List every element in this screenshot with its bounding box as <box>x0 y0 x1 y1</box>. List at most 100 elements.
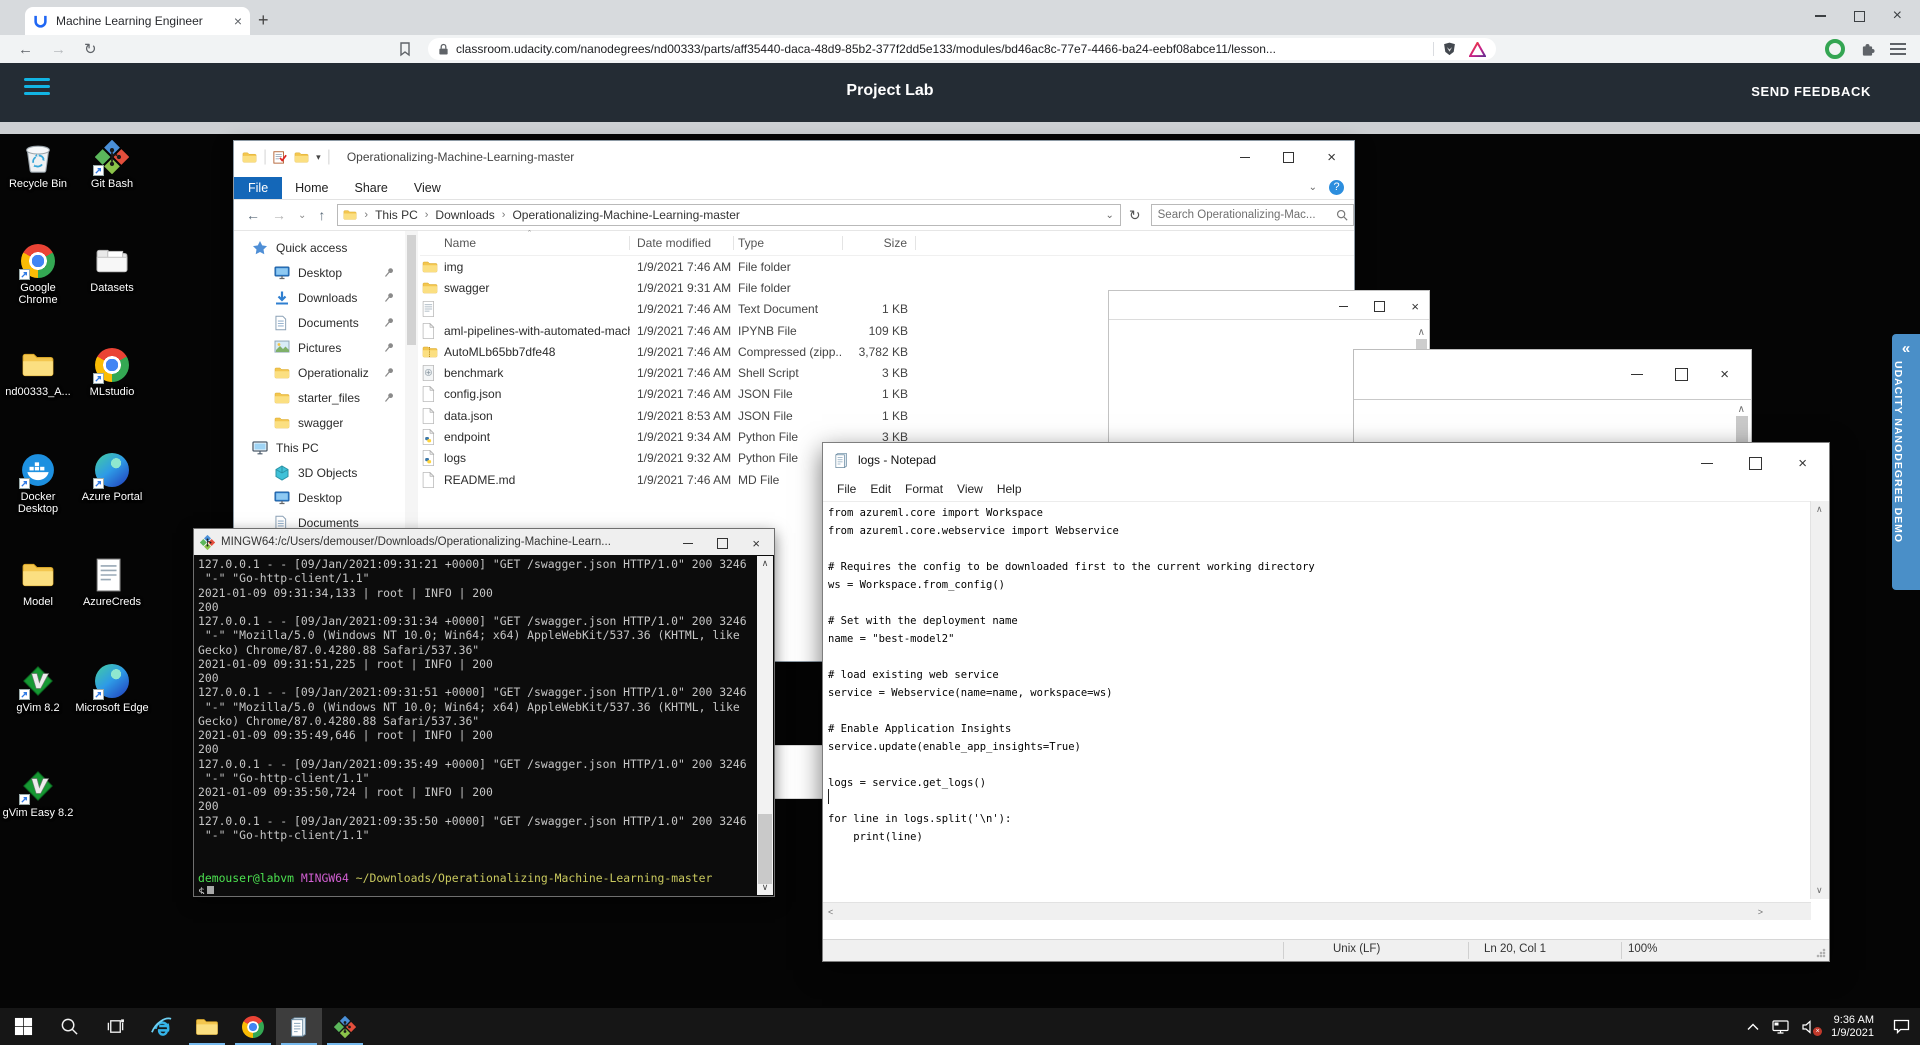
taskbar-task-view-button[interactable] <box>92 1008 138 1045</box>
menu-file[interactable]: File <box>837 482 856 496</box>
help-icon[interactable]: ? <box>1329 180 1344 195</box>
notepad-vertical-scrollbar[interactable]: ∧ ∨ <box>1810 501 1829 899</box>
sidebar-item-documents[interactable]: Documents <box>234 310 405 335</box>
tab-close-icon[interactable]: × <box>234 14 242 28</box>
notepad-maximize-button[interactable] <box>1749 457 1763 470</box>
bg2-close-button[interactable]: × <box>1720 367 1729 382</box>
display-network-icon[interactable] <box>1772 1019 1789 1034</box>
resize-grip[interactable] <box>1816 948 1826 958</box>
terminal-close-button[interactable]: × <box>752 537 760 550</box>
scroll-right-icon[interactable]: > <box>1758 907 1763 917</box>
notepad-close-button[interactable]: × <box>1798 456 1807 471</box>
taskbar-search-button[interactable] <box>46 1008 92 1045</box>
sidebar-item-downloads[interactable]: Downloads <box>234 285 405 310</box>
taskbar-file-explorer-button[interactable] <box>184 1008 230 1045</box>
scroll-down-icon[interactable]: ∨ <box>757 882 773 893</box>
bookmark-icon[interactable] <box>398 41 412 57</box>
background-window-1-title-bar[interactable]: × <box>1109 291 1429 320</box>
address-field[interactable]: › This PC › Downloads › Operationalizing… <box>337 204 1121 226</box>
terminal-scrollbar-thumb[interactable] <box>758 814 772 884</box>
url-text[interactable]: classroom.udacity.com/nanodegrees/nd0033… <box>456 42 1276 56</box>
taskbar-git-bash-button[interactable] <box>322 1008 368 1045</box>
breadcrumb-this-pc[interactable]: This PC <box>375 208 418 222</box>
sidebar-item-3d-objects[interactable]: 3D Objects <box>234 460 405 485</box>
browser-minimize-button[interactable] <box>1814 15 1826 17</box>
desktop-icon-google-chrome[interactable]: Google Chrome <box>0 244 76 306</box>
desktop-icon-mlstudio[interactable]: MLstudio <box>74 348 150 398</box>
menu-icon[interactable] <box>1890 42 1906 56</box>
sidebar-item-desktop[interactable]: Desktop <box>234 260 405 285</box>
bg2-scrollbar-thumb[interactable] <box>1736 416 1748 444</box>
explorer-close-button[interactable]: × <box>1327 150 1336 165</box>
bg2-maximize-button[interactable] <box>1675 368 1689 381</box>
desktop-icon-gvim-easy-8-2[interactable]: gVim Easy 8.2 <box>0 769 76 819</box>
ribbon-tab-share[interactable]: Share <box>342 177 401 199</box>
sidebar-item-quick-access[interactable]: Quick access <box>234 235 405 260</box>
sidebar-item-swagger[interactable]: swagger <box>234 410 405 435</box>
sidebar-item-pictures[interactable]: Pictures <box>234 335 405 360</box>
nav-history-icon[interactable]: ⌄ <box>298 210 306 221</box>
volume-muted-icon[interactable]: × <box>1802 1019 1823 1036</box>
bg2-scroll-up-icon[interactable]: ∧ <box>1738 404 1745 415</box>
notepad-horizontal-scrollbar[interactable]: < > <box>823 902 1811 920</box>
new-tab-button[interactable]: + <box>258 10 269 31</box>
nav-back-icon[interactable]: ← <box>246 207 260 223</box>
desktop-icon-model[interactable]: Model <box>0 558 76 608</box>
reload-button[interactable]: ↻ <box>84 40 97 58</box>
search-icon[interactable] <box>1336 209 1348 221</box>
action-center-icon[interactable] <box>1893 1019 1910 1034</box>
bg1-maximize-button[interactable] <box>1374 301 1386 312</box>
bg1-scroll-up-icon[interactable]: ∧ <box>1418 327 1425 338</box>
sidebar-item-starter-files[interactable]: starter_files <box>234 385 405 410</box>
tray-expand-icon[interactable] <box>1747 1023 1759 1031</box>
breadcrumb-folder[interactable]: Operationalizing-Machine-Learning-master <box>512 208 739 222</box>
column-date-modified[interactable]: Date modified <box>630 236 734 250</box>
bg1-close-button[interactable]: × <box>1411 300 1419 313</box>
taskbar-chrome-button[interactable] <box>230 1008 276 1045</box>
clock[interactable]: 9:36 AM 1/9/2021 <box>1831 1014 1874 1040</box>
desktop-icon-recycle-bin[interactable]: Recycle Bin <box>0 140 76 190</box>
udacity-demo-side-tab[interactable]: « UDACITY NANODEGREE DEMO <box>1892 334 1920 590</box>
bat-rewards-triangle-icon[interactable] <box>1469 41 1486 57</box>
desktop-icon-docker-desktop[interactable]: Docker Desktop <box>0 453 76 515</box>
back-button[interactable]: ← <box>18 41 33 58</box>
url-bar[interactable]: classroom.udacity.com/nanodegrees/nd0033… <box>428 38 1496 60</box>
brave-shield-icon[interactable] <box>1442 41 1457 57</box>
new-folder-icon[interactable] <box>294 150 309 165</box>
browser-close-button[interactable]: × <box>1893 8 1902 24</box>
ribbon-tab-file[interactable]: File <box>234 177 283 199</box>
nav-up-icon[interactable]: ↑ <box>318 207 325 223</box>
menu-help[interactable]: Help <box>997 482 1022 496</box>
explorer-minimize-button[interactable] <box>1240 156 1251 159</box>
bg1-minimize-button[interactable] <box>1339 305 1349 308</box>
terminal-minimize-button[interactable] <box>683 542 694 545</box>
collapse-chevrons-icon[interactable]: « <box>1892 340 1920 357</box>
menu-format[interactable]: Format <box>905 482 943 496</box>
notepad-minimize-button[interactable] <box>1701 462 1714 465</box>
desktop-icon-azurecreds[interactable]: AzureCreds <box>74 558 150 608</box>
address-dropdown-icon[interactable]: ⌄ <box>1106 210 1120 221</box>
taskbar-start-button[interactable] <box>0 1008 46 1045</box>
desktop-icon-gvim-8-2[interactable]: gVim 8.2 <box>0 664 76 714</box>
column-type[interactable]: Type <box>734 236 843 250</box>
refresh-icon[interactable]: ↻ <box>1129 207 1141 224</box>
desktop-icon-nd00333-a-[interactable]: nd00333_A... <box>0 348 76 398</box>
ribbon-expand-icon[interactable]: ⌄ <box>1309 182 1317 193</box>
column-name[interactable]: Name <box>420 236 630 250</box>
column-size[interactable]: Size <box>843 236 916 250</box>
menu-edit[interactable]: Edit <box>870 482 891 496</box>
background-window-2-title-bar[interactable]: × <box>1354 350 1751 400</box>
scroll-down-icon[interactable]: ∨ <box>1816 885 1823 896</box>
scroll-up-icon[interactable]: ∧ <box>1816 504 1823 515</box>
file-row-img[interactable]: img 1/9/2021 7:46 AM File folder <box>420 256 1354 277</box>
desktop-icon-git-bash[interactable]: Git Bash <box>74 140 150 190</box>
menu-view[interactable]: View <box>957 482 983 496</box>
breadcrumb-downloads[interactable]: Downloads <box>435 208 494 222</box>
notepad-text-area[interactable]: from azureml.core import Workspace from a… <box>823 501 1811 899</box>
taskbar-internet-explorer-button[interactable] <box>138 1008 184 1045</box>
scroll-left-icon[interactable]: < <box>828 907 833 917</box>
properties-icon[interactable] <box>273 150 287 164</box>
search-input[interactable]: Search Operationalizing-Mac... <box>1150 204 1354 226</box>
qat-customize-icon[interactable]: ▾ <box>316 152 321 163</box>
scroll-up-icon[interactable]: ∧ <box>757 558 773 569</box>
